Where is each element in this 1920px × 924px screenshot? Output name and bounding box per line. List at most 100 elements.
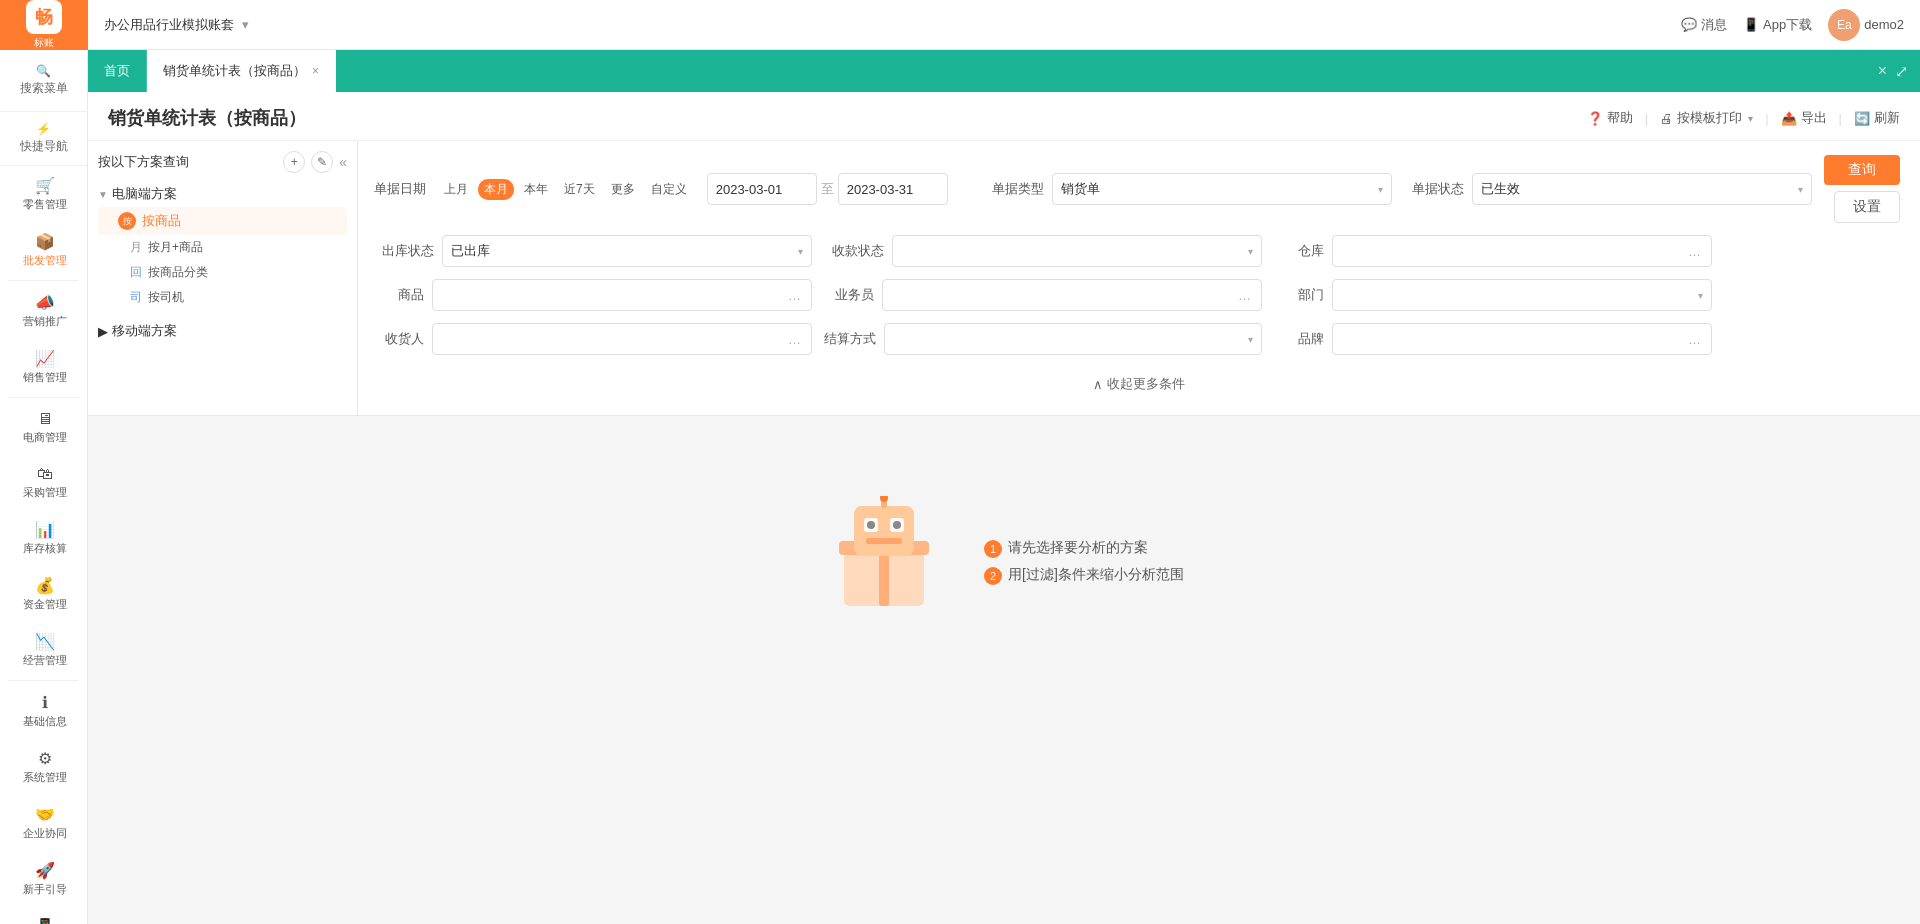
empty-illustration: [824, 496, 944, 616]
salesman-input[interactable]: …: [882, 279, 1262, 311]
scheme-sub-1[interactable]: 回 按商品分类: [98, 260, 347, 285]
sidebar-item-guide[interactable]: 🚀 新手引导: [0, 851, 87, 907]
salesman-dots[interactable]: …: [1238, 288, 1253, 303]
status-field: 单据状态 已生效 ▾: [1404, 173, 1812, 205]
sidebar-item-purchase[interactable]: 🛍 采购管理: [0, 455, 87, 510]
settle-label: 结算方式: [824, 330, 876, 348]
ecommerce-icon: 🖥: [37, 410, 53, 428]
brand-dots[interactable]: …: [1688, 332, 1703, 347]
sidebar-item-basic[interactable]: ℹ 基础信息: [0, 683, 87, 739]
date-to-value: 2023-03-31: [847, 182, 914, 197]
content-body: 销货单统计表（按商品） ❓ 帮助 | 🖨 按模板打印 ▾ | 📤 导出 |: [88, 92, 1920, 924]
date-custom[interactable]: 自定义: [645, 179, 693, 200]
out-status-select[interactable]: 已出库 ▾: [442, 235, 812, 267]
sidebar-item-appcenter[interactable]: 📱 应用中心: [0, 907, 87, 924]
receiver-dots[interactable]: …: [788, 332, 803, 347]
out-status-value: 已出库: [451, 242, 490, 260]
help-btn[interactable]: ❓ 帮助: [1587, 109, 1633, 127]
sidebar-item-retail[interactable]: 🛒 零售管理: [0, 166, 87, 222]
goods-label: 商品: [374, 286, 424, 304]
scheme-panel: 按以下方案查询 + ✎ « ▼: [88, 141, 358, 415]
scheme-sub-2[interactable]: 司 按司机: [98, 285, 347, 310]
scheme-mobile-header[interactable]: ▶ 移动端方案: [98, 318, 347, 344]
window-max-btn[interactable]: ⤢: [1895, 62, 1908, 81]
collapse-btn[interactable]: ∧ 收起更多条件: [1093, 375, 1185, 393]
empty-state: 1 请先选择要分析的方案 2 用[过滤]条件来缩小分析范围: [88, 416, 1920, 716]
header-dropdown-icon[interactable]: ▾: [242, 17, 249, 32]
sidebar-item-inventory[interactable]: 📊 库存核算: [0, 510, 87, 566]
scheme-mobile-section: ▶ 移动端方案: [98, 318, 347, 344]
date-from-input[interactable]: 2023-03-01: [707, 173, 817, 205]
status-select[interactable]: 已生效 ▾: [1472, 173, 1812, 205]
salesman-label: 业务员: [824, 286, 874, 304]
out-status-arrow: ▾: [798, 246, 803, 257]
export-label: 导出: [1801, 109, 1827, 127]
refresh-btn[interactable]: 🔄 刷新: [1854, 109, 1900, 127]
scheme-item-0[interactable]: 按 按商品: [98, 207, 347, 235]
tab-close-btn[interactable]: ×: [312, 64, 319, 78]
date-last-month[interactable]: 上月: [438, 179, 474, 200]
tab-active[interactable]: 销货单统计表（按商品） ×: [147, 50, 336, 92]
header-title: 办公用品行业模拟账套: [104, 16, 234, 34]
sidebar-search-btn[interactable]: 🔍 搜索菜单: [0, 58, 87, 103]
search-label: 搜索菜单: [20, 80, 68, 97]
app-download-btn[interactable]: 📱 App下载: [1743, 16, 1812, 34]
basic-label: 基础信息: [23, 714, 67, 729]
type-select[interactable]: 销货单 ▾: [1052, 173, 1392, 205]
print-dropdown-arrow[interactable]: ▾: [1748, 113, 1753, 124]
menu-divider-1: [8, 280, 79, 281]
scheme-sub-0[interactable]: 月 按月+商品: [98, 235, 347, 260]
inventory-icon: 📊: [35, 520, 55, 539]
date-7days[interactable]: 近7天: [558, 179, 601, 200]
recv-status-label: 收款状态: [824, 242, 884, 260]
date-this-year[interactable]: 本年: [518, 179, 554, 200]
scheme-add-btn[interactable]: +: [283, 151, 305, 173]
brand-input[interactable]: …: [1332, 323, 1712, 355]
tab-home[interactable]: 首页: [88, 50, 147, 92]
receiver-input[interactable]: …: [432, 323, 812, 355]
date-this-month[interactable]: 本月: [478, 179, 514, 200]
sidebar-item-wholesale[interactable]: 📦 批发管理: [0, 222, 87, 278]
sidebar-item-marketing[interactable]: 📣 营销推广: [0, 283, 87, 339]
sidebar-item-sales[interactable]: 📈 销售管理: [0, 339, 87, 395]
sidebar-item-finance[interactable]: 💰 资金管理: [0, 566, 87, 622]
scheme-edit-btn[interactable]: ✎: [311, 151, 333, 173]
scheme-collapse-btn[interactable]: «: [339, 154, 347, 170]
goods-input[interactable]: …: [432, 279, 812, 311]
settle-select[interactable]: ▾: [884, 323, 1262, 355]
type-label: 单据类型: [984, 180, 1044, 198]
goods-dots[interactable]: …: [788, 288, 803, 303]
date-to-input[interactable]: 2023-03-31: [838, 173, 948, 205]
warehouse-input[interactable]: …: [1332, 235, 1712, 267]
user-profile[interactable]: Ea demo2: [1828, 9, 1904, 41]
recv-status-select[interactable]: ▾: [892, 235, 1262, 267]
message-btn[interactable]: 💬 消息: [1681, 16, 1727, 34]
date-quick-btns: 上月 本月 本年 近7天 更多 自定义: [438, 179, 693, 200]
query-button[interactable]: 查询: [1824, 155, 1900, 185]
sub-icon-1: 回: [130, 264, 142, 281]
sidebar-item-ecommerce[interactable]: 🖥 电商管理: [0, 400, 87, 455]
settings-button[interactable]: 设置: [1834, 191, 1900, 223]
sidebar-item-operations[interactable]: 📉 经营管理: [0, 622, 87, 678]
scheme-title: 按以下方案查询: [98, 153, 189, 171]
scheme-label-0: 按商品: [142, 212, 181, 230]
collapse-arrow: ∧: [1093, 377, 1103, 392]
warehouse-dots[interactable]: …: [1688, 244, 1703, 259]
sidebar-item-system[interactable]: ⚙ 系统管理: [0, 739, 87, 795]
date-more[interactable]: 更多: [605, 179, 641, 200]
sidebar-item-enterprise[interactable]: 🤝 企业协同: [0, 795, 87, 851]
username: demo2: [1864, 17, 1904, 32]
dept-select[interactable]: ▾: [1332, 279, 1712, 311]
sidebar-quicknav-btn[interactable]: ⚡ 快捷导航: [0, 116, 87, 161]
tab-bar: 首页 销货单统计表（按商品） × × ⤢: [88, 50, 1920, 92]
export-btn[interactable]: 📤 导出: [1781, 109, 1827, 127]
window-close-btn[interactable]: ×: [1878, 62, 1887, 80]
print-btn[interactable]: 🖨 按模板打印 ▾: [1660, 109, 1753, 127]
step-num-2: 2: [984, 567, 1002, 585]
tab-active-label: 销货单统计表（按商品）: [163, 62, 306, 80]
scheme-pc-header[interactable]: ▼ 电脑端方案: [98, 181, 347, 207]
type-arrow: ▾: [1378, 184, 1383, 195]
type-field: 单据类型 销货单 ▾: [984, 173, 1392, 205]
status-arrow: ▾: [1798, 184, 1803, 195]
scheme-actions: + ✎ «: [283, 151, 347, 173]
